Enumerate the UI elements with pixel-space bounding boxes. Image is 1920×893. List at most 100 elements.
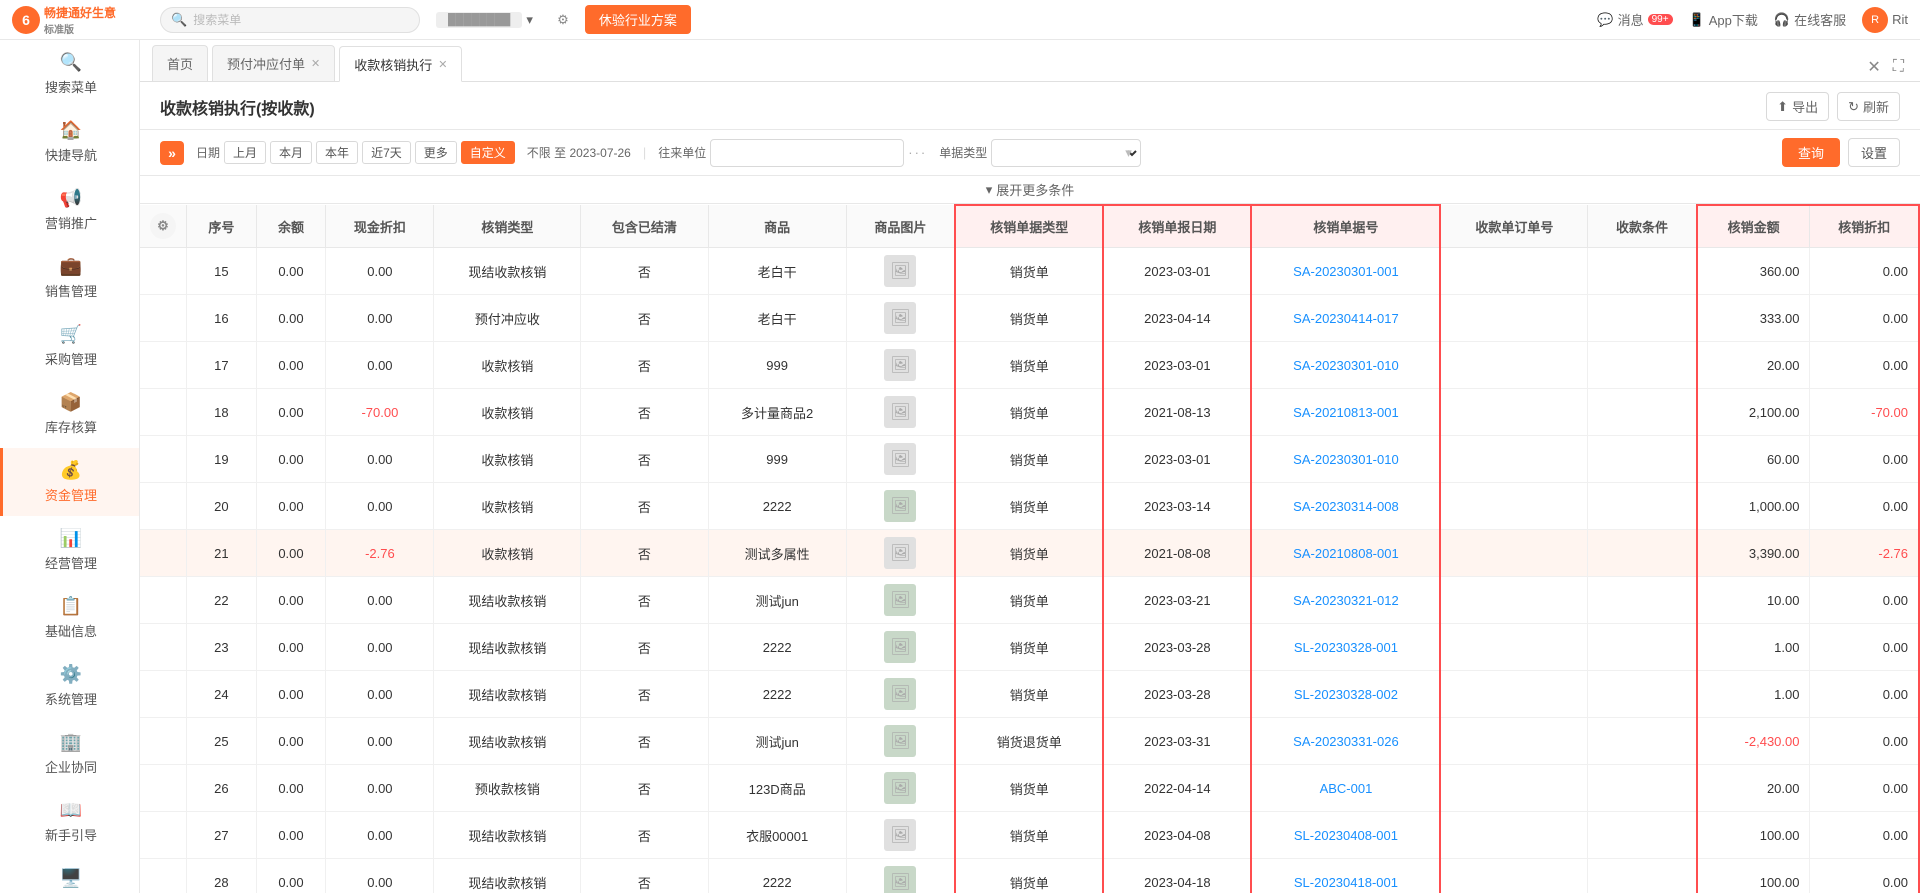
sidebar-item-sales[interactable]: 💼 销售管理 [0,244,139,312]
custom-date-button[interactable]: 自定义 [461,141,515,164]
refresh-button[interactable]: ↻ 刷新 [1837,92,1900,121]
cell-writeoff-discount: 0.00 [1810,248,1919,295]
cell-writeoff-doc-no[interactable]: SA-20210813-001 [1251,389,1440,436]
doc-no-link[interactable]: SA-20210808-001 [1293,546,1399,561]
cell-balance: 0.00 [256,342,326,389]
cell-writeoff-doc-no[interactable]: SA-20210808-001 [1251,530,1440,577]
cell-writeoff-doc-no[interactable]: SL-20230408-001 [1251,812,1440,859]
query-button[interactable]: 查询 [1782,138,1840,167]
from-unit-input[interactable] [710,139,904,167]
goods-image: 🖼 [884,631,916,663]
cell-balance: 0.00 [256,248,326,295]
home-icon: 🏠 [60,120,82,141]
sidebar-item-system[interactable]: ⚙️ 系统管理 [0,652,139,720]
app-download-button[interactable]: 📱 App下载 [1689,10,1758,29]
cell-writeoff-discount: 0.00 [1810,671,1919,718]
doc-no-link[interactable]: SA-20230301-010 [1293,452,1399,467]
user-menu[interactable]: R Rit [1862,7,1908,33]
cell-writeoff-discount: 0.00 [1810,436,1919,483]
sidebar-item-hardware[interactable]: 🖥️ 智能硬件 [0,856,139,893]
cell-goods: 2222 [708,671,846,718]
notification-label: 消息 [1618,10,1644,29]
doc-no-link[interactable]: SA-20230301-010 [1293,358,1399,373]
tab-maximize-button[interactable]: ⛶ [1889,54,1908,80]
cell-seq: 25 [187,718,257,765]
cell-goods: 测试jun [708,577,846,624]
industry-solution-button[interactable]: 休验行业方案 [585,5,691,34]
sidebar-item-basic[interactable]: 📋 基础信息 [0,584,139,652]
cell-writeoff-doc-no[interactable]: SA-20230301-001 [1251,248,1440,295]
expand-more-bar: ▾ 展开更多条件 [140,176,1920,204]
cell-writeoff-amount: 360.00 [1697,248,1810,295]
filter-divider: | [643,145,646,160]
notification-button[interactable]: 💬 消息 99+ [1597,10,1672,29]
tab-close-button[interactable]: ✕ [1863,53,1884,81]
doc-no-link[interactable]: SA-20230414-017 [1293,311,1399,326]
more-date-button[interactable]: 更多 [415,141,457,164]
export-button[interactable]: ⬆ 导出 [1766,92,1829,121]
table-settings-icon[interactable]: ⚙ [150,213,176,239]
this-month-button[interactable]: 本月 [270,141,312,164]
table-row: 25 0.00 0.00 现结收款核销 否 测试jun 🖼 销货退货单 2023… [140,718,1919,765]
cell-writeoff-doc-no[interactable]: SA-20230301-010 [1251,342,1440,389]
workspace-selector[interactable]: ████████ ▾ [428,8,541,32]
last7-button[interactable]: 近7天 [362,141,411,164]
col-writeoff-doc-no: 核销单据号 [1251,205,1440,248]
cell-writeoff-doc-no[interactable]: SL-20230328-002 [1251,671,1440,718]
cell-seq: 18 [187,389,257,436]
doc-type-select[interactable] [991,139,1141,167]
cell-writeoff-doc-no[interactable]: SA-20230321-012 [1251,577,1440,624]
sidebar-item-shortcut[interactable]: 🏠 快捷导航 [0,108,139,176]
tab-home[interactable]: 首页 [152,45,208,81]
cell-writeoff-doc-no[interactable]: SA-20230331-026 [1251,718,1440,765]
doc-no-link[interactable]: SL-20230328-002 [1294,687,1398,702]
doc-no-link[interactable]: SA-20230321-012 [1293,593,1399,608]
cell-seq: 21 [187,530,257,577]
sidebar-item-marketing[interactable]: 📢 营销推广 [0,176,139,244]
cell-goods: 2222 [708,624,846,671]
sidebar-item-search[interactable]: 🔍 搜索菜单 [0,40,139,108]
doc-no-link[interactable]: SA-20230314-008 [1293,499,1399,514]
doc-no-link[interactable]: SL-20230328-001 [1294,640,1398,655]
page-header: 收款核销执行(按收款) ⬆ 导出 ↻ 刷新 [140,82,1920,130]
tab-collection-label: 收款核销执行 [354,55,432,74]
tab-collection-close[interactable]: ✕ [438,58,447,71]
cell-writeoff-doc-no[interactable]: SA-20230414-017 [1251,295,1440,342]
expand-conditions-button[interactable]: ▾ 展开更多条件 [986,180,1075,199]
table-row: 24 0.00 0.00 现结收款核销 否 2222 🖼 销货单 2023-03… [140,671,1919,718]
cell-writeoff-doc-no[interactable]: ABC-001 [1251,765,1440,812]
sidebar-item-inventory[interactable]: 📦 库存核算 [0,380,139,448]
sidebar-item-purchase[interactable]: 🛒 采购管理 [0,312,139,380]
doc-no-link[interactable]: SL-20230408-001 [1294,828,1398,843]
doc-no-link[interactable]: SA-20210813-001 [1293,405,1399,420]
doc-no-link[interactable]: ABC-001 [1320,781,1373,796]
cell-writeoff-doc-no[interactable]: SA-20230314-008 [1251,483,1440,530]
cell-writeoff-doc-no[interactable]: SL-20230328-001 [1251,624,1440,671]
online-service-button[interactable]: 🎧 在线客服 [1774,10,1846,29]
filter-toggle-button[interactable]: » [160,141,184,165]
last-month-button[interactable]: 上月 [224,141,266,164]
sidebar-item-enterprise[interactable]: 🏢 企业协同 [0,720,139,788]
col-settings[interactable]: ⚙ [140,205,187,248]
cell-writeoff-doc-no[interactable]: SA-20230301-010 [1251,436,1440,483]
sidebar-item-operation[interactable]: 📊 经营管理 [0,516,139,584]
sidebar-item-finance[interactable]: 💰 资金管理 [0,448,139,516]
tab-prepay-close[interactable]: ✕ [311,57,320,70]
chevron-down-icon-3: ▾ [986,182,993,198]
sidebar-item-guide[interactable]: 📖 新手引导 [0,788,139,856]
this-year-button[interactable]: 本年 [316,141,358,164]
cell-settings [140,389,187,436]
gear-button[interactable]: ⚙ [549,6,577,34]
search-bar[interactable]: 🔍 搜索菜单 [160,7,420,33]
doc-no-link[interactable]: SA-20230301-001 [1293,264,1399,279]
tab-prepay[interactable]: 预付冲应付单 ✕ [212,45,335,81]
tab-collection[interactable]: 收款核销执行 ✕ [339,46,462,82]
doc-no-link[interactable]: SA-20230331-026 [1293,734,1399,749]
col-writeoff-doc-type: 核销单据类型 [955,205,1103,248]
col-seq: 序号 [187,205,257,248]
cell-receipt-condition [1588,859,1697,893]
cell-writeoff-doc-no[interactable]: SL-20230418-001 [1251,859,1440,893]
cell-include-settled: 否 [581,248,708,295]
doc-no-link[interactable]: SL-20230418-001 [1294,875,1398,890]
settings-button[interactable]: 设置 [1848,138,1900,167]
